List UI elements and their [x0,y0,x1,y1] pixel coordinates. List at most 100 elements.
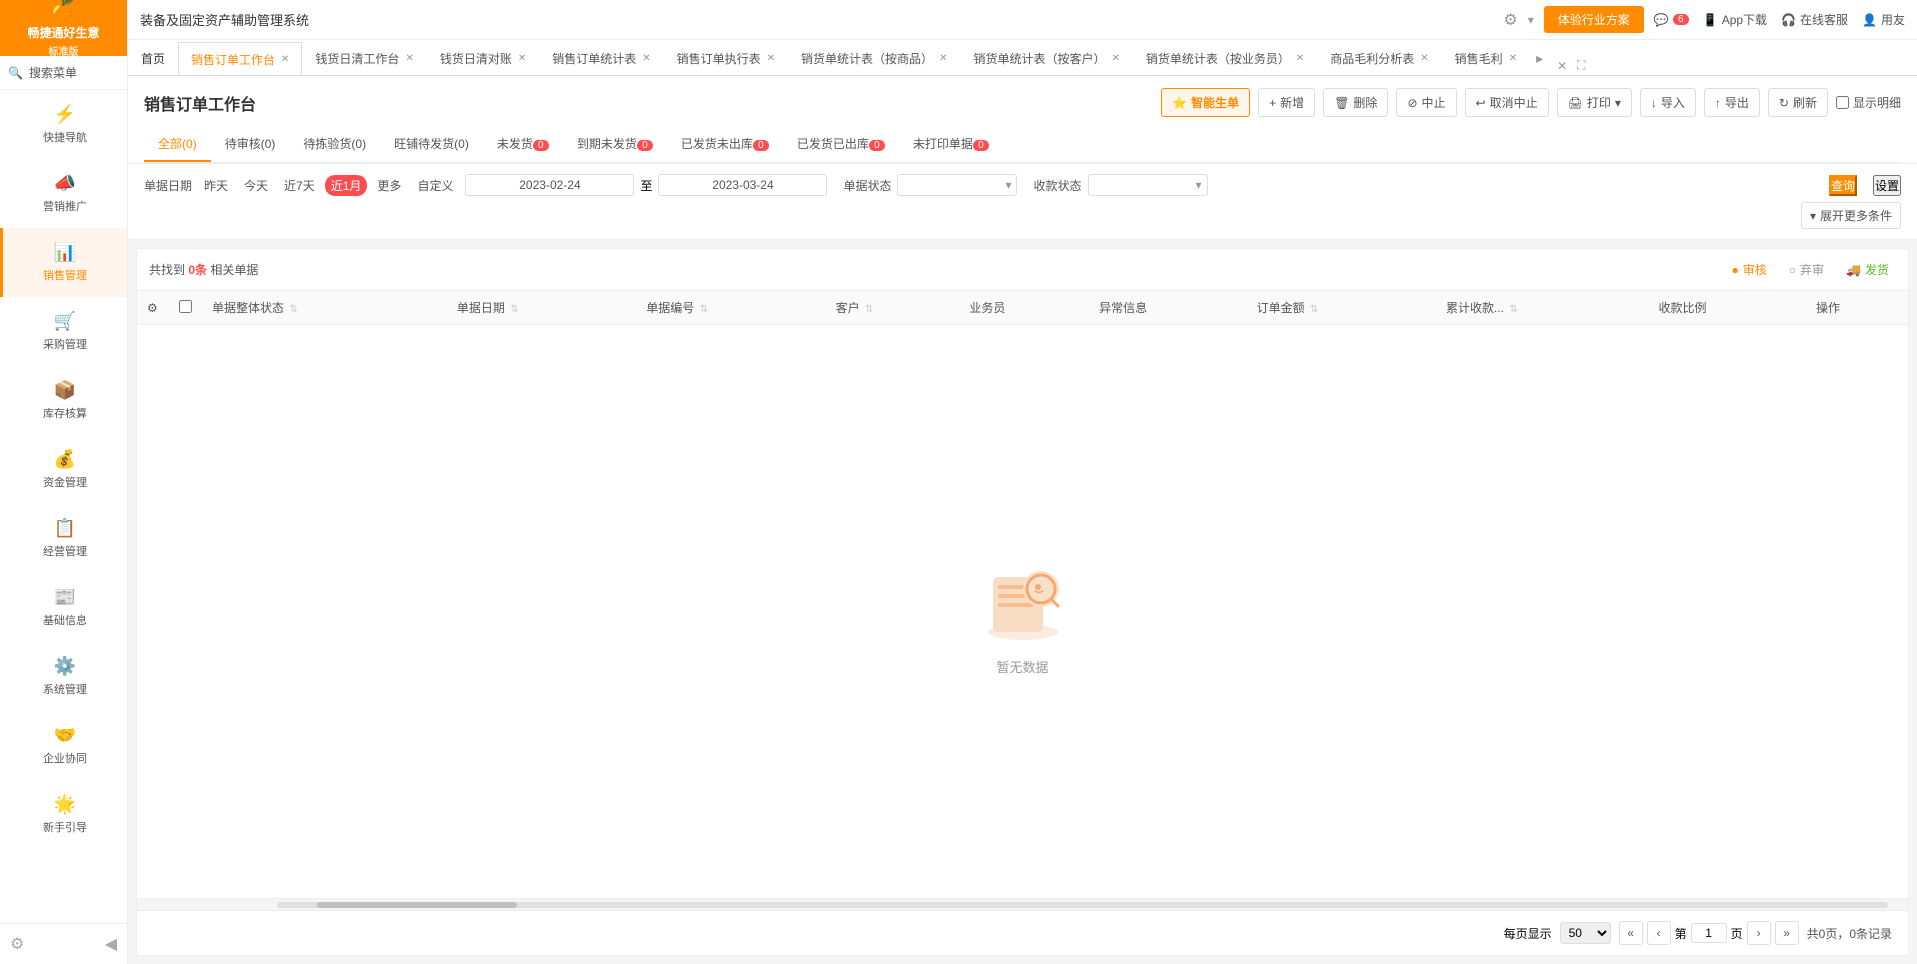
sidebar-item-basic[interactable]: 📰 基础信息 [0,573,127,642]
col-date-sort[interactable]: ⇅ [510,304,518,315]
sidebar-settings-icon[interactable]: ⚙ [10,934,24,954]
tab-home[interactable]: 首页 [128,41,178,75]
sidebar-item-guide[interactable]: 🌟 新手引导 [0,780,127,849]
tab-staff-stats[interactable]: 销货单统计表（按业务员） ✕ [1133,41,1317,75]
settings-filter-btn[interactable]: 设置 [1873,175,1901,196]
payment-select-wrapper[interactable] [1088,174,1208,196]
tab-sales-stats-close[interactable]: ✕ [642,53,650,64]
sidebar-item-finance[interactable]: 💰 资金管理 [0,435,127,504]
tab-sales-workbench-close[interactable]: ✕ [281,54,289,65]
sub-tab-unshipped[interactable]: 未发货0 [483,127,563,162]
refresh-btn[interactable]: ↻ 刷新 [1768,88,1828,117]
sidebar-item-operation[interactable]: 📋 经营管理 [0,504,127,573]
col-amount-sort[interactable]: ⇅ [1310,304,1318,315]
tab-sales-profit[interactable]: 销售毛利 ✕ [1442,41,1530,75]
sub-tab-pending[interactable]: 待审核(0) [211,127,290,162]
tab-sales-profit-close[interactable]: ✕ [1509,53,1517,64]
date-from-input[interactable] [465,174,634,196]
sub-tab-all[interactable]: 全部(0) [144,127,211,162]
topbar-gear-icon[interactable]: ⚙ [1503,10,1517,30]
smart-btn[interactable]: ⭐ 智能生单 [1161,88,1250,117]
app-download-btn[interactable]: 📱 App下载 [1703,11,1767,28]
date-quick-today[interactable]: 今天 [238,175,274,196]
payment-select[interactable] [1088,174,1208,196]
cancel-stop-btn[interactable]: ↩ 取消中止 [1465,88,1549,117]
add-btn[interactable]: + 新增 [1258,88,1315,117]
tab-profit-analysis[interactable]: 商品毛利分析表 ✕ [1317,41,1441,75]
date-quick-more[interactable]: 更多 [371,175,407,196]
sub-tab-unprinted[interactable]: 未打印单据0 [899,127,1003,162]
date-quick-custom[interactable]: 自定义 [411,175,459,196]
sub-tab-shipped-out[interactable]: 已发货未出库0 [667,127,783,162]
fullscreen-btn[interactable]: ⛶ [1573,56,1589,75]
tab-staff-stats-close[interactable]: ✕ [1296,53,1304,64]
tab-profit-analysis-close[interactable]: ✕ [1420,53,1428,64]
status-select-wrapper[interactable] [897,174,1017,196]
sidebar-search[interactable]: 🔍 搜索菜单 [0,56,127,90]
delete-btn[interactable]: 🗑 删除 [1323,88,1388,117]
stop-btn[interactable]: ⊘ 中止 [1396,88,1456,117]
tab-customer-stats-close[interactable]: ✕ [1111,53,1119,64]
page-last-btn[interactable]: » [1775,921,1799,945]
date-to-input[interactable] [658,174,827,196]
tab-daily-clear[interactable]: 钱货日清工作台 ✕ [302,41,426,75]
tab-customer-stats[interactable]: 销货单统计表（按客户） ✕ [960,41,1132,75]
page-first-btn[interactable]: « [1619,921,1643,945]
export-btn[interactable]: ↑ 导出 [1704,88,1760,117]
ship-btn[interactable]: 🚚 发货 [1839,257,1896,282]
sidebar-item-purchase[interactable]: 🛒 采购管理 [0,297,127,366]
approve-btn[interactable]: ● 审核 [1725,257,1774,282]
close-all-btn[interactable]: ✕ [1553,57,1571,75]
col-status-sort[interactable]: ⇅ [289,304,297,315]
tab-sales-exec-close[interactable]: ✕ [767,53,775,64]
sub-tab-shipped-in[interactable]: 已发货已出库0 [783,127,899,162]
col-check[interactable] [169,291,202,325]
tab-daily-reconcile-close[interactable]: ✕ [518,53,526,64]
user-btn[interactable]: 👤 用友 [1862,11,1905,28]
sidebar-item-collab[interactable]: 🤝 企业协同 [0,711,127,780]
tab-goods-stats-close[interactable]: ✕ [939,53,947,64]
per-page-select[interactable]: 50 10 20 100 [1560,922,1611,944]
sidebar-item-sales[interactable]: 📊 销售管理 [0,228,127,297]
topbar-dropdown-icon[interactable]: ▾ [1528,13,1534,27]
experience-btn[interactable]: 体验行业方案 [1544,6,1644,33]
date-quick-month[interactable]: 近1月 [325,175,368,196]
page-input[interactable] [1691,923,1727,943]
select-all-checkbox[interactable] [179,300,192,313]
tab-sales-stats[interactable]: 销售订单统计表 ✕ [539,41,663,75]
sub-tab-overdue[interactable]: 到期未发货0 [563,127,667,162]
sidebar-item-marketing[interactable]: 📣 营销推广 [0,159,127,228]
col-number-sort[interactable]: ⇅ [700,304,708,315]
status-select[interactable] [897,174,1017,196]
sidebar-item-system[interactable]: ⚙️ 系统管理 [0,642,127,711]
sidebar-collapse-icon[interactable]: ◀ [105,934,117,954]
sub-tab-picking[interactable]: 待拣验货(0) [289,127,380,162]
scrollbar-thumb[interactable] [317,902,517,908]
show-detail-input[interactable] [1836,96,1849,109]
page-next-btn[interactable]: › [1747,921,1771,945]
date-quick-7days[interactable]: 近7天 [278,175,321,196]
tab-daily-reconcile[interactable]: 钱货日清对账 ✕ [427,41,539,75]
message-btn[interactable]: 💬 6 [1654,13,1689,27]
date-quick-yesterday[interactable]: 昨天 [198,175,234,196]
tab-sales-exec[interactable]: 销售订单执行表 ✕ [664,41,788,75]
import-btn[interactable]: ↓ 导入 [1640,88,1696,117]
col-cumulative-sort[interactable]: ⇅ [1509,304,1517,315]
sidebar-item-inventory[interactable]: 📦 库存核算 [0,366,127,435]
tabbar-more-btn[interactable]: ▸ [1530,42,1549,75]
revoke-btn[interactable]: ○ 弃审 [1782,257,1831,282]
page-prev-btn[interactable]: ‹ [1647,921,1671,945]
show-detail-checkbox[interactable]: 显示明细 [1836,94,1901,111]
query-btn[interactable]: 查询 [1829,175,1857,196]
col-customer-sort[interactable]: ⇅ [865,304,873,315]
col-settings[interactable]: ⚙ [137,291,169,325]
tab-goods-stats[interactable]: 销货单统计表（按商品） ✕ [788,41,960,75]
tab-sales-workbench[interactable]: 销售订单工作台 ✕ [178,42,302,76]
scrollbar-area[interactable] [137,898,1908,910]
sub-tab-wangpu[interactable]: 旺铺待发货(0) [380,127,483,162]
online-support-btn[interactable]: 🎧 在线客服 [1781,11,1848,28]
expand-filter-btn[interactable]: ▾ 展开更多条件 [1801,202,1901,229]
tab-daily-clear-close[interactable]: ✕ [405,53,413,64]
sidebar-item-quicknav[interactable]: ⚡ 快捷导航 [0,90,127,159]
print-btn[interactable]: 🖨 打印 ▾ [1557,88,1632,117]
